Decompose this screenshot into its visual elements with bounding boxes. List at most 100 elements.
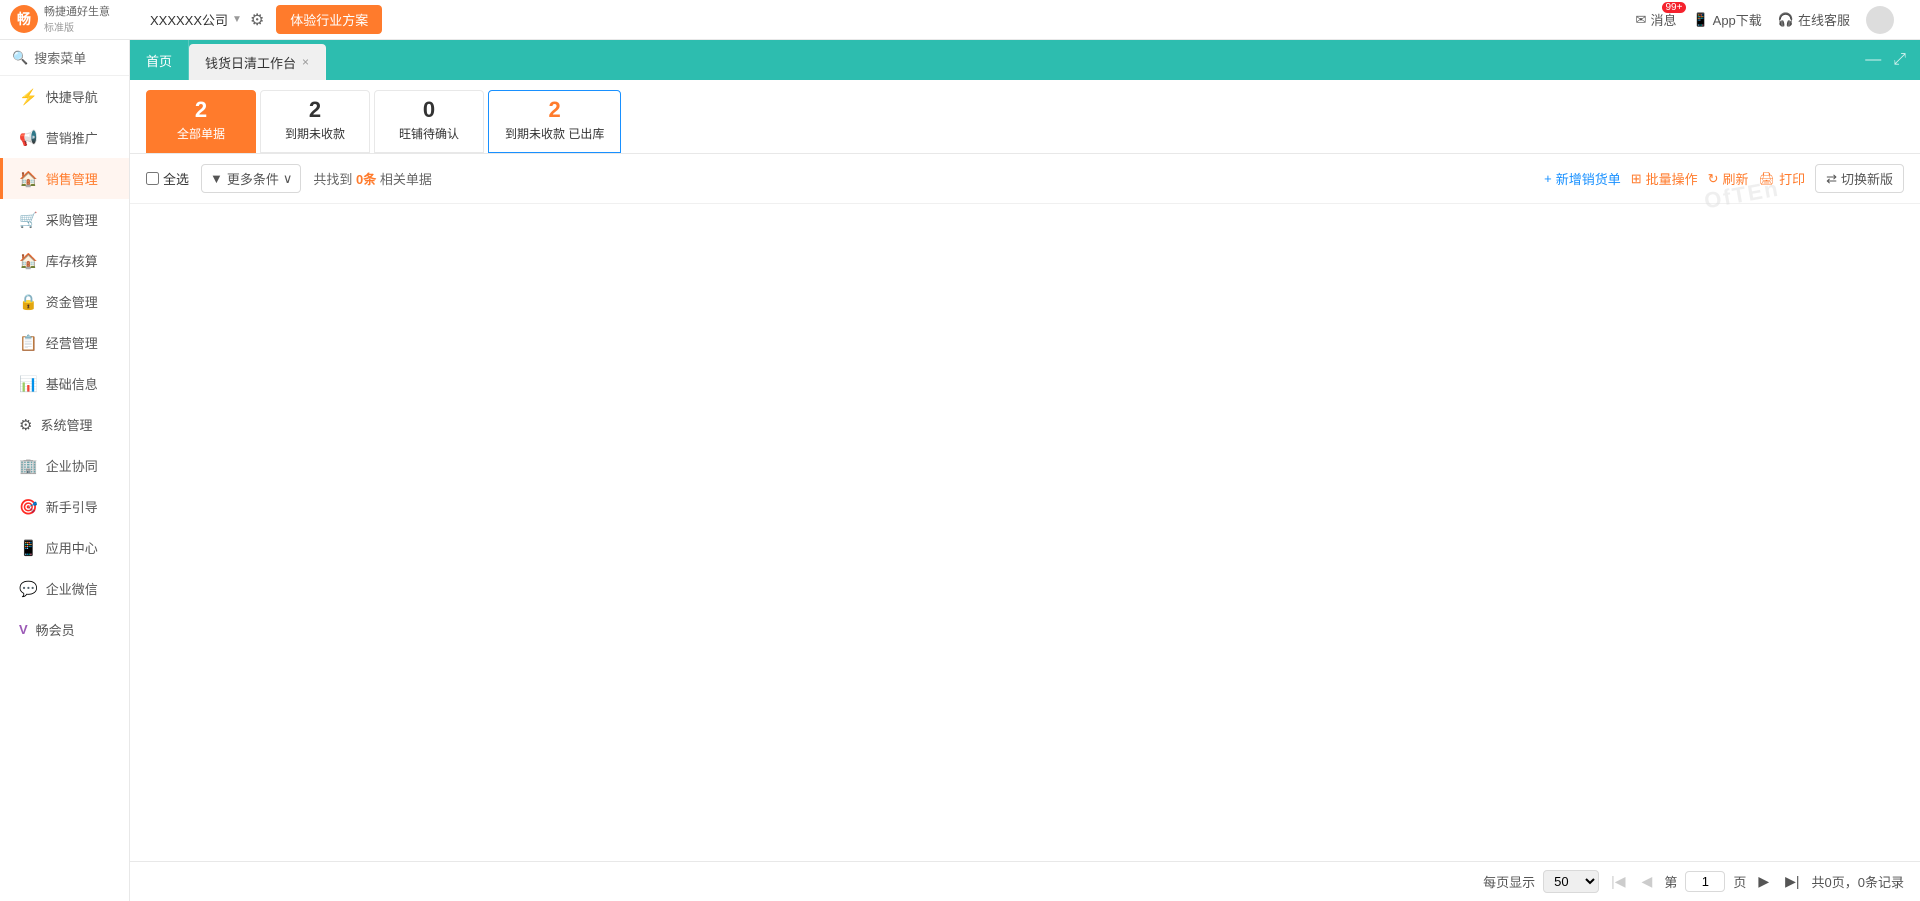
sidebar-item-enterprise[interactable]: 🏢 企业协同: [0, 445, 129, 486]
stat-tab-all[interactable]: 2 全部单据: [146, 90, 256, 153]
batch-label: 批量操作: [1646, 169, 1698, 188]
page-suffix: 页: [1733, 872, 1746, 891]
sidebar-item-label: 采购管理: [46, 210, 98, 229]
plus-icon: +: [1544, 171, 1552, 186]
sidebar-item-label: 库存核算: [46, 251, 98, 270]
sidebar-item-purchase[interactable]: 🛒 采购管理: [0, 199, 129, 240]
trial-button[interactable]: 体验行业方案: [276, 5, 382, 34]
logo-area: 畅 畅捷通好生意 标准版: [10, 5, 140, 34]
refresh-label: 刷新: [1723, 169, 1749, 188]
batch-ops-button[interactable]: ⊞ 批量操作: [1631, 169, 1698, 188]
tab-maximize-icon[interactable]: ⤢: [1887, 47, 1912, 73]
sidebar-item-finance[interactable]: 🔒 资金管理: [0, 281, 129, 322]
finance-icon: 🔒: [19, 293, 38, 311]
found-text: 共找到: [313, 172, 356, 187]
tab-work[interactable]: 钱货日清工作台 ×: [189, 44, 326, 80]
total-info: 共0页，0条记录: [1812, 872, 1904, 891]
stat-overdue-label: 到期未收款: [277, 125, 353, 142]
sidebar-item-member[interactable]: V 畅会员: [0, 609, 129, 650]
sidebar-item-label: 企业协同: [46, 456, 98, 475]
new-sale-button[interactable]: + 新增销货单: [1544, 169, 1621, 188]
table-area: [130, 204, 1920, 861]
sidebar-item-label: 新手引导: [46, 497, 98, 516]
toolbar-right: + 新增销货单 ⊞ 批量操作 ↻ 刷新 🖨 打印 ⇄ 切换新版: [1544, 164, 1904, 193]
sidebar-item-quick-nav[interactable]: ⚡ 快捷导航: [0, 76, 129, 117]
logo-icon: 畅: [10, 5, 38, 33]
stat-shipped-label: 到期未收款 已出库: [505, 125, 604, 142]
sidebar-item-wechat[interactable]: 💬 企业微信: [0, 568, 129, 609]
select-all-input[interactable]: [146, 172, 159, 185]
search-icon: 🔍: [12, 50, 28, 66]
prev-page-button[interactable]: ◀: [1638, 871, 1657, 892]
tab-bar: 首页 钱货日清工作台 × — ⤢: [130, 40, 1920, 80]
tab-minimize-icon[interactable]: —: [1859, 47, 1887, 73]
basic-info-icon: 📊: [19, 375, 38, 393]
tab-close-icon[interactable]: ×: [302, 55, 309, 69]
page-size-select[interactable]: 50 10 20 100: [1543, 870, 1599, 893]
found-info: 共找到 0条 相关单据: [313, 169, 432, 188]
print-label: 打印: [1779, 169, 1805, 188]
switch-version-button[interactable]: ⇄ 切换新版: [1815, 164, 1904, 193]
app-download-label: App下载: [1713, 10, 1762, 29]
stat-tab-shipped[interactable]: 2 到期未收款 已出库: [488, 90, 621, 153]
inventory-icon: 🏠: [19, 252, 38, 270]
sidebar-item-label: 应用中心: [46, 538, 98, 557]
tab-home-label: 首页: [146, 51, 172, 70]
sidebar-item-label: 销售管理: [46, 169, 98, 188]
service-icon: 🎧: [1778, 12, 1794, 28]
page-input[interactable]: [1685, 871, 1725, 892]
refresh-button[interactable]: ↻ 刷新: [1708, 169, 1749, 188]
switch-label: 切换新版: [1841, 169, 1893, 188]
stat-pending-count: 0: [391, 99, 467, 121]
sidebar-item-marketing[interactable]: 📢 营销推广: [0, 117, 129, 158]
select-all-checkbox[interactable]: 全选: [146, 169, 189, 188]
download-icon: 📱: [1692, 12, 1708, 28]
sidebar-item-system[interactable]: ⚙ 系统管理: [0, 404, 129, 445]
tab-bar-actions: — ⤢: [1859, 47, 1920, 73]
toolbar: 全选 ▼ 更多条件 ∨ 共找到 0条 相关单据 + 新增销货单 ⊞ 批量操作: [130, 154, 1920, 204]
sidebar-item-inventory[interactable]: 🏠 库存核算: [0, 240, 129, 281]
page-label: 第: [1664, 872, 1677, 891]
app-download-button[interactable]: 📱 App下载: [1692, 10, 1761, 29]
operations-icon: 📋: [19, 334, 38, 352]
stat-shipped-count: 2: [505, 99, 604, 121]
filter-chevron-icon: ∨: [283, 171, 293, 187]
print-button[interactable]: 🖨 打印: [1759, 169, 1806, 188]
sidebar-item-guide[interactable]: 🎯 新手引导: [0, 486, 129, 527]
select-all-label: 全选: [163, 169, 189, 188]
quick-nav-icon: ⚡: [19, 88, 38, 106]
sidebar-item-label: 快捷导航: [46, 87, 98, 106]
online-service-button[interactable]: 🎧 在线客服: [1778, 10, 1850, 29]
related-text: 相关单据: [380, 172, 432, 187]
header-right: ✉ 消息 99+ 📱 App下载 🎧 在线客服: [1636, 6, 1910, 34]
found-count: 0条: [356, 172, 376, 187]
sidebar: 🔍 搜索菜单 ⚡ 快捷导航 📢 营销推广 🏠 销售管理 🛒 采购管理 🏠 库存核…: [0, 40, 130, 901]
print-icon: 🖨: [1759, 171, 1776, 187]
guide-icon: 🎯: [19, 498, 38, 516]
content-area: 2 全部单据 2 到期未收款 0 旺铺待确认 2 到期未收款 已出库 全选: [130, 80, 1920, 901]
first-page-button[interactable]: |◀: [1607, 871, 1629, 892]
avatar[interactable]: [1866, 6, 1894, 34]
app-center-icon: 📱: [19, 539, 38, 557]
sidebar-item-app-center[interactable]: 📱 应用中心: [0, 527, 129, 568]
stat-tab-pending[interactable]: 0 旺铺待确认: [374, 90, 484, 153]
next-page-button[interactable]: ▶: [1754, 871, 1773, 892]
batch-icon: ⊞: [1631, 171, 1642, 187]
sidebar-item-sales[interactable]: 🏠 销售管理: [0, 158, 129, 199]
stat-tab-overdue[interactable]: 2 到期未收款: [260, 90, 370, 153]
top-header: 畅 畅捷通好生意 标准版 XXXXXX公司 ▼ ⚙ 体验行业方案 ✉ 消息 99…: [0, 0, 1920, 40]
new-sale-label: 新增销货单: [1556, 169, 1621, 188]
message-button[interactable]: ✉ 消息 99+: [1636, 10, 1677, 29]
stat-tabs: 2 全部单据 2 到期未收款 0 旺铺待确认 2 到期未收款 已出库: [130, 80, 1920, 154]
company-selector[interactable]: XXXXXX公司 ▼: [150, 10, 242, 29]
logo-sub: 标准版: [44, 19, 110, 34]
sidebar-item-operations[interactable]: 📋 经营管理: [0, 322, 129, 363]
settings-icon[interactable]: ⚙: [250, 10, 264, 30]
sidebar-item-label: 资金管理: [46, 292, 98, 311]
sidebar-item-basic-info[interactable]: 📊 基础信息: [0, 363, 129, 404]
filter-label: 更多条件: [227, 169, 279, 188]
last-page-button[interactable]: ▶|: [1781, 871, 1803, 892]
tab-home[interactable]: 首页: [130, 40, 189, 80]
search-menu-item[interactable]: 🔍 搜索菜单: [0, 40, 129, 76]
filter-button[interactable]: ▼ 更多条件 ∨: [201, 164, 301, 193]
